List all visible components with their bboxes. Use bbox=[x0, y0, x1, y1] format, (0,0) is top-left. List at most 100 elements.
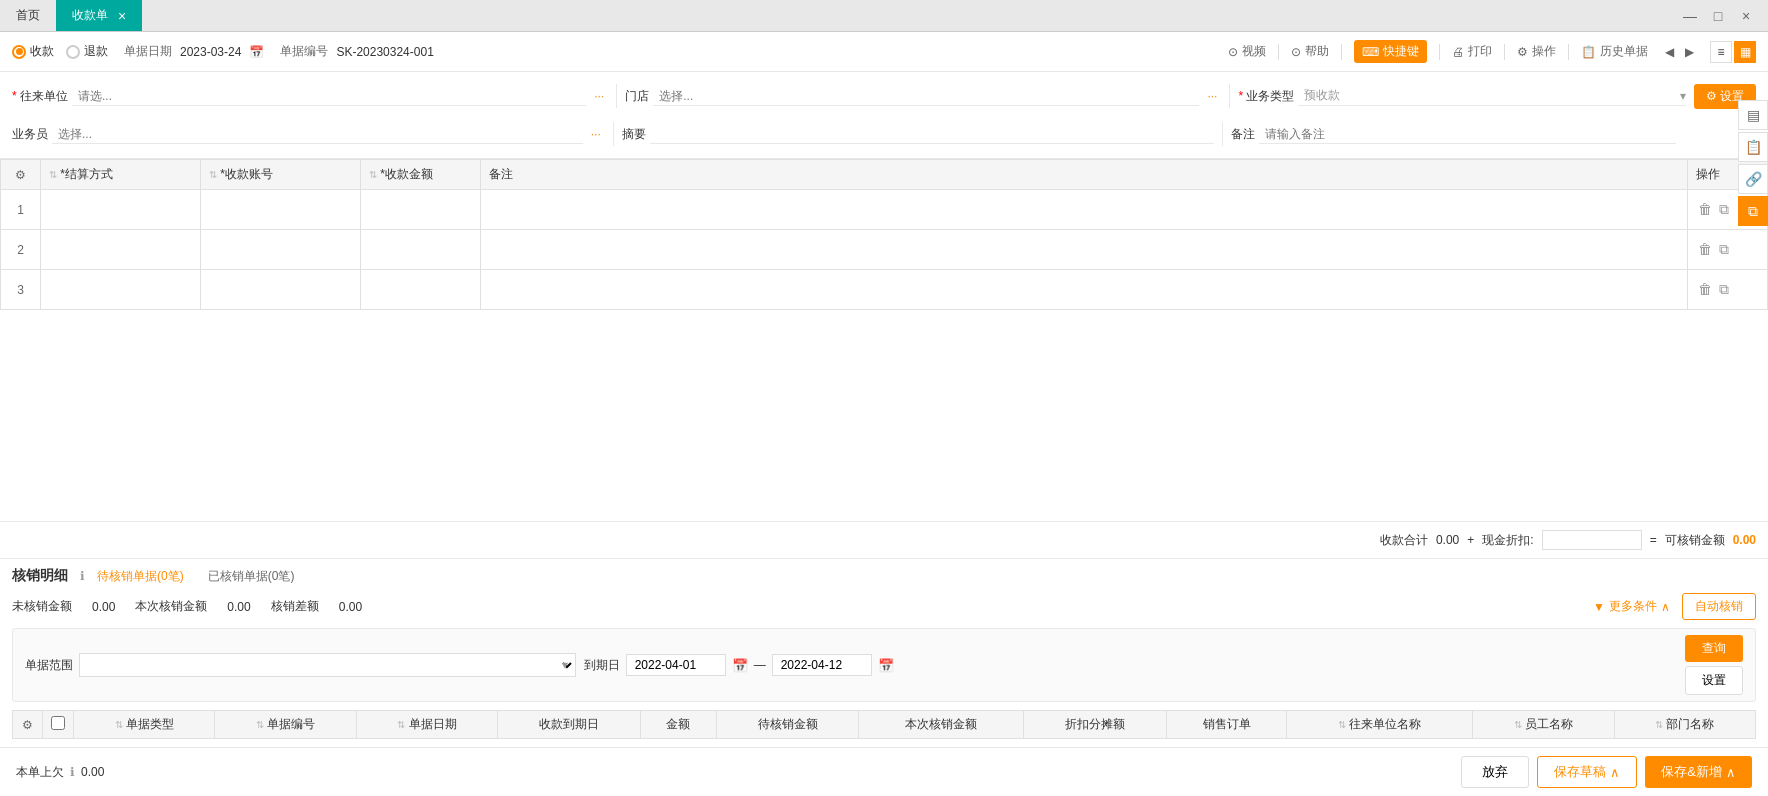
row-account-3[interactable] bbox=[201, 270, 361, 310]
calendar-to-icon[interactable]: 📅 bbox=[878, 658, 894, 673]
divider4 bbox=[1504, 44, 1505, 60]
row-amount-2[interactable] bbox=[361, 230, 481, 270]
row-settle-2[interactable] bbox=[41, 230, 201, 270]
detail-table-wrapper: ⚙ ⇅ 单据类型 ⇅ 单据编号 bbox=[12, 710, 1756, 739]
row-account-2[interactable] bbox=[201, 230, 361, 270]
discount-input[interactable] bbox=[1542, 530, 1642, 550]
date-from-input[interactable] bbox=[626, 654, 726, 676]
info-icon[interactable]: ℹ bbox=[70, 765, 75, 779]
row-remarks-3[interactable] bbox=[481, 270, 1688, 310]
col-current-header: 本次核销金额 bbox=[859, 711, 1024, 739]
shortcut-icon: ⌨ bbox=[1362, 45, 1379, 59]
video-button[interactable]: ⊙ 视频 bbox=[1228, 43, 1266, 60]
detail-table-settings-icon[interactable]: ⚙ bbox=[22, 718, 33, 732]
doc-no-value: SK-20230324-001 bbox=[336, 45, 433, 59]
query-button[interactable]: 查询 bbox=[1685, 635, 1743, 662]
grid-view-button[interactable]: ▦ bbox=[1734, 41, 1756, 63]
done-tab[interactable]: 已核销单据(0笔) bbox=[208, 568, 295, 585]
row-settle-3[interactable] bbox=[41, 270, 201, 310]
row-settle-1[interactable] bbox=[41, 190, 201, 230]
tab-receipt[interactable]: 收款单 × bbox=[56, 0, 142, 31]
save-new-button[interactable]: 保存&新增 ∧ bbox=[1645, 756, 1752, 788]
salesperson-input[interactable] bbox=[52, 125, 583, 144]
next-arrow[interactable]: ▶ bbox=[1680, 43, 1698, 61]
sidebar-icon-4[interactable]: ⧉ bbox=[1738, 196, 1768, 226]
col-date-header: ⇅ 单据日期 bbox=[356, 711, 497, 739]
close-icon[interactable]: × bbox=[118, 8, 126, 24]
save-draft-button[interactable]: 保存草稿 ∧ bbox=[1537, 756, 1637, 788]
history-button[interactable]: 📋 历史单据 bbox=[1581, 43, 1648, 60]
equals-sign: = bbox=[1650, 533, 1657, 547]
list-view-button[interactable]: ≡ bbox=[1710, 41, 1732, 63]
receipt-label: 收款单 bbox=[72, 7, 108, 24]
calendar-icon[interactable]: 📅 bbox=[249, 45, 264, 59]
writeoff-info-icon[interactable]: ℹ bbox=[80, 569, 85, 583]
writeoff-header: 核销明细 ℹ 待核销单据(0笔) 已核销单据(0笔) bbox=[12, 567, 1756, 585]
divider bbox=[1222, 122, 1223, 146]
nav-arrows: ◀ ▶ bbox=[1660, 43, 1698, 61]
tab-home[interactable]: 首页 bbox=[0, 0, 56, 31]
counterpart-input[interactable] bbox=[72, 87, 586, 106]
delete-icon-1[interactable]: 🗑 bbox=[1698, 201, 1712, 217]
row-amount-1[interactable] bbox=[361, 190, 481, 230]
filter-buttons: 查询 设置 bbox=[1685, 635, 1743, 695]
due-date-field: 到期日 📅 — 📅 bbox=[584, 654, 1669, 676]
radio-refund[interactable]: 退款 bbox=[66, 43, 108, 60]
history-icon: 📋 bbox=[1581, 45, 1596, 59]
minimize-button[interactable]: — bbox=[1680, 6, 1700, 26]
radio-receipt[interactable]: 收款 bbox=[12, 43, 54, 60]
counterpart-more-icon[interactable]: ··· bbox=[590, 89, 608, 103]
sidebar-icon-3[interactable]: 🔗 bbox=[1738, 164, 1768, 194]
writeoff-settings-button[interactable]: 设置 bbox=[1685, 666, 1743, 695]
store-input[interactable] bbox=[653, 87, 1199, 106]
row-amount-3[interactable] bbox=[361, 270, 481, 310]
delete-icon-2[interactable]: 🗑 bbox=[1698, 241, 1712, 257]
doc-no-label: 单据编号 bbox=[280, 43, 328, 60]
row-no-2: 2 bbox=[1, 230, 41, 270]
calendar-from-icon[interactable]: 📅 bbox=[732, 658, 748, 673]
copy-icon-3[interactable]: ⧉ bbox=[1719, 281, 1729, 297]
col-account-header: ⇅ *收款账号 bbox=[201, 160, 361, 190]
maximize-button[interactable]: □ bbox=[1708, 6, 1728, 26]
select-all-checkbox[interactable] bbox=[51, 716, 65, 730]
biz-type-label: 业务类型 bbox=[1238, 88, 1294, 105]
summary-input[interactable] bbox=[650, 125, 1215, 144]
receipt-table: ⚙ ⇅ *结算方式 ⇅ *收款账号 ⇅ *收款金额 备注 bbox=[0, 159, 1768, 310]
summary-row: 收款合计 0.00 + 现金折扣: = 可核销金额 0.00 bbox=[0, 522, 1768, 559]
date-to-input[interactable] bbox=[772, 654, 872, 676]
form-section: 往来单位 ··· 门店 ··· 业务类型 ▾ ⚙ bbox=[0, 72, 1768, 159]
prev-arrow[interactable]: ◀ bbox=[1660, 43, 1678, 61]
writeoff-filter-actions: ▼ 更多条件 ∧ 自动核销 bbox=[1593, 593, 1756, 620]
delete-icon-3[interactable]: 🗑 bbox=[1698, 281, 1712, 297]
help-button[interactable]: ⊙ 帮助 bbox=[1291, 43, 1329, 60]
pending-tab[interactable]: 待核销单据(0笔) bbox=[97, 568, 184, 585]
salesperson-field: 业务员 ··· bbox=[12, 125, 605, 144]
shortcut-button[interactable]: ⌨ 快捷键 bbox=[1354, 40, 1427, 63]
abandon-button[interactable]: 放弃 bbox=[1461, 756, 1529, 788]
copy-icon-1[interactable]: ⧉ bbox=[1719, 201, 1729, 217]
remarks-label: 备注 bbox=[1231, 126, 1255, 143]
salesperson-more-icon[interactable]: ··· bbox=[587, 127, 605, 141]
copy-icon-2[interactable]: ⧉ bbox=[1719, 241, 1729, 257]
row-remarks-1[interactable] bbox=[481, 190, 1688, 230]
table-settings-icon[interactable]: ⚙ bbox=[15, 168, 26, 182]
remarks-input[interactable] bbox=[1259, 125, 1676, 144]
unverified-value: 0.00 bbox=[92, 600, 115, 614]
more-filter-button[interactable]: ▼ 更多条件 ∧ bbox=[1593, 598, 1670, 615]
store-label: 门店 bbox=[625, 88, 649, 105]
ops-button[interactable]: ⚙ 操作 bbox=[1517, 43, 1556, 60]
range-select[interactable] bbox=[79, 653, 576, 677]
right-sidebar: ▤ 📋 🔗 ⧉ bbox=[1738, 100, 1768, 226]
date-separator: — bbox=[754, 658, 766, 672]
table-row: 2 🗑 ⧉ bbox=[1, 230, 1768, 270]
close-button[interactable]: × bbox=[1736, 6, 1756, 26]
sidebar-icon-1[interactable]: ▤ bbox=[1738, 100, 1768, 130]
row-remarks-2[interactable] bbox=[481, 230, 1688, 270]
print-button[interactable]: 🖨 打印 bbox=[1452, 43, 1492, 60]
row-account-1[interactable] bbox=[201, 190, 361, 230]
biz-type-input[interactable] bbox=[1298, 87, 1685, 106]
sidebar-icon-2[interactable]: 📋 bbox=[1738, 132, 1768, 162]
store-more-icon[interactable]: ··· bbox=[1203, 89, 1221, 103]
auto-writeoff-button[interactable]: 自动核销 bbox=[1682, 593, 1756, 620]
counterpart-field: 往来单位 ··· bbox=[12, 87, 608, 106]
